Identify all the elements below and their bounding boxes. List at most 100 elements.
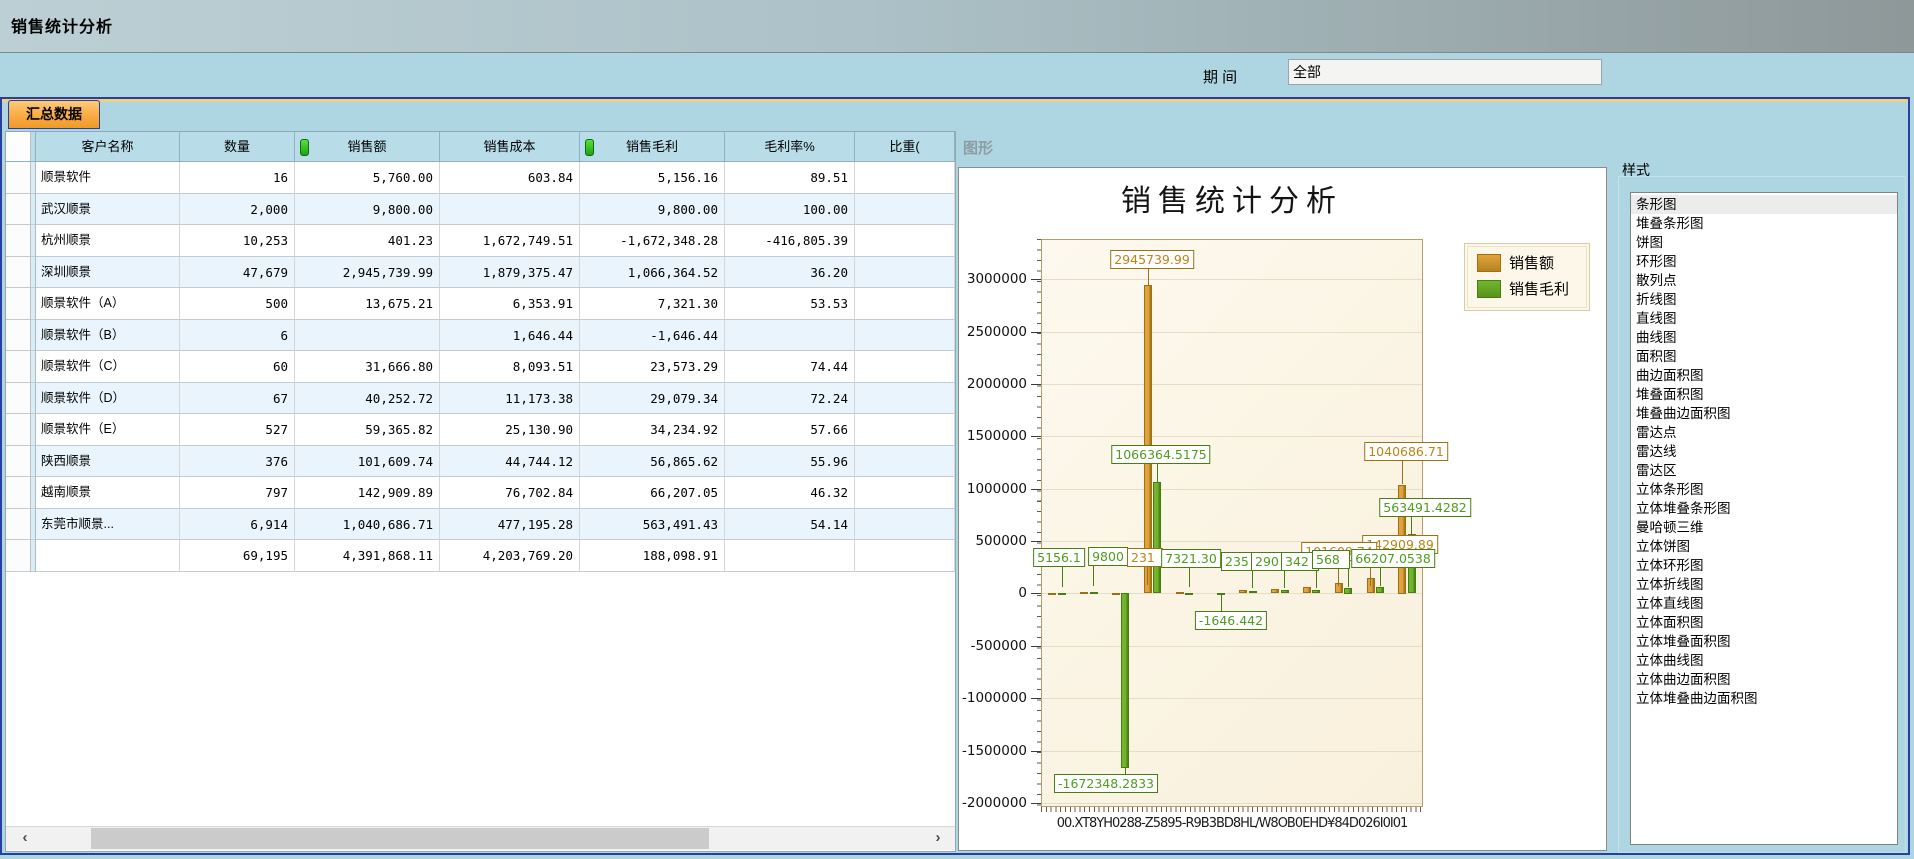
table-row[interactable]: 69,1954,391,868.114,203,769.20188,098.91: [6, 540, 955, 572]
table-row[interactable]: 顺景软件（C）6031,666.808,093.5123,573.2974.44: [6, 351, 955, 383]
style-list-item[interactable]: 立体条形图: [1631, 480, 1897, 499]
row-header[interactable]: [6, 477, 31, 509]
horizontal-scrollbar[interactable]: ‹ ›: [6, 826, 955, 850]
table-cell: 603.84: [440, 162, 580, 194]
table-cell: 1,646.44: [440, 320, 580, 352]
row-header[interactable]: [6, 288, 31, 320]
table-cell: 46.32: [725, 477, 855, 509]
table-cell: [440, 194, 580, 226]
table-cell: 89.51: [725, 162, 855, 194]
style-list-item[interactable]: 立体直线图: [1631, 594, 1897, 613]
row-header[interactable]: [6, 540, 31, 572]
style-list[interactable]: 条形图堆叠条形图饼图环形图散列点折线图直线图曲线图面积图曲边面积图堆叠面积图堆叠…: [1630, 192, 1898, 845]
chart-gridline: [1042, 332, 1422, 333]
style-list-item[interactable]: 折线图: [1631, 290, 1897, 309]
row-header[interactable]: [6, 225, 31, 257]
table-cell: 16: [180, 162, 295, 194]
row-header[interactable]: [6, 509, 31, 541]
table-cell: 401.23: [295, 225, 440, 257]
style-list-item[interactable]: 立体环形图: [1631, 556, 1897, 575]
scroll-left-icon[interactable]: ‹: [12, 827, 38, 850]
style-list-item[interactable]: 曲线图: [1631, 328, 1897, 347]
style-list-item[interactable]: 曼哈顿三维: [1631, 518, 1897, 537]
row-header[interactable]: [6, 446, 31, 478]
scrollbar-thumb[interactable]: [91, 828, 709, 849]
style-list-item[interactable]: 立体折线图: [1631, 575, 1897, 594]
row-header[interactable]: [6, 162, 31, 194]
column-header[interactable]: 销售毛利: [580, 132, 725, 162]
style-list-item[interactable]: 立体堆叠曲边面积图: [1631, 689, 1897, 708]
row-header[interactable]: [6, 320, 31, 352]
style-list-item[interactable]: 立体曲线图: [1631, 651, 1897, 670]
summary-grid: 客户名称数量销售额销售成本销售毛利毛利率%比重( 顺景软件165,760.006…: [5, 131, 956, 852]
table-cell: [295, 320, 440, 352]
table-row[interactable]: 顺景软件（B）61,646.44-1,646.44: [6, 320, 955, 352]
column-filter-icon[interactable]: [585, 139, 594, 156]
table-cell: 9,800.00: [295, 194, 440, 226]
table-row[interactable]: 武汉顺景2,0009,800.009,800.00100.00: [6, 194, 955, 226]
table-row[interactable]: 深圳顺景47,6792,945,739.991,879,375.471,066,…: [6, 257, 955, 289]
y-axis-label: 2000000: [951, 376, 1027, 392]
column-header[interactable]: 数量: [180, 132, 295, 162]
table-cell: 6: [180, 320, 295, 352]
style-list-item[interactable]: 雷达区: [1631, 461, 1897, 480]
style-list-item[interactable]: 立体堆叠条形图: [1631, 499, 1897, 518]
y-axis-label: 1000000: [951, 481, 1027, 497]
style-list-item[interactable]: 曲边面积图: [1631, 366, 1897, 385]
column-header[interactable]: 销售成本: [440, 132, 580, 162]
table-row[interactable]: 顺景软件（D）6740,252.7211,173.3829,079.3472.2…: [6, 383, 955, 415]
style-list-item[interactable]: 堆叠曲边面积图: [1631, 404, 1897, 423]
period-input[interactable]: [1288, 59, 1602, 85]
table-cell: 深圳顺景: [36, 257, 180, 289]
row-header[interactable]: [6, 383, 31, 415]
style-list-item[interactable]: 立体曲边面积图: [1631, 670, 1897, 689]
y-axis-label: -500000: [951, 638, 1027, 654]
row-header[interactable]: [6, 194, 31, 226]
tab-summary-data[interactable]: 汇总数据: [8, 100, 100, 129]
style-list-item[interactable]: 面积图: [1631, 347, 1897, 366]
style-list-item[interactable]: 雷达线: [1631, 442, 1897, 461]
table-cell: -416,805.39: [725, 225, 855, 257]
column-header[interactable]: 客户名称: [36, 132, 180, 162]
table-cell: 53.53: [725, 288, 855, 320]
column-header[interactable]: 销售额: [295, 132, 440, 162]
style-list-item[interactable]: 立体饼图: [1631, 537, 1897, 556]
y-axis-label: 2500000: [951, 324, 1027, 340]
y-axis-label: 1500000: [951, 428, 1027, 444]
chart-bar: [1090, 592, 1098, 594]
style-list-item[interactable]: 直线图: [1631, 309, 1897, 328]
table-row[interactable]: 陕西顺景376101,609.7444,744.1256,865.6255.96: [6, 446, 955, 478]
table-row[interactable]: 杭州顺景10,253401.231,672,749.51-1,672,348.2…: [6, 225, 955, 257]
chart-bar: [1121, 593, 1129, 768]
table-cell: 顺景软件（C）: [36, 351, 180, 383]
scroll-right-icon[interactable]: ›: [925, 827, 951, 850]
annotation-leader-line: [1380, 567, 1381, 586]
table-row[interactable]: 东莞市顺景...6,9141,040,686.71477,195.28563,4…: [6, 509, 955, 541]
style-list-item[interactable]: 雷达点: [1631, 423, 1897, 442]
legend-label: 销售额: [1509, 252, 1554, 273]
data-label: 1040686.71: [1364, 442, 1448, 461]
style-list-item[interactable]: 堆叠条形图: [1631, 214, 1897, 233]
table-row[interactable]: 顺景软件（E）52759,365.8225,130.9034,234.9257.…: [6, 414, 955, 446]
table-cell: 100.00: [725, 194, 855, 226]
style-list-item[interactable]: 条形图: [1631, 195, 1897, 214]
column-header[interactable]: 比重(: [855, 132, 955, 162]
style-list-item[interactable]: 立体面积图: [1631, 613, 1897, 632]
row-header[interactable]: [6, 257, 31, 289]
table-row[interactable]: 顺景软件165,760.00603.845,156.1689.51: [6, 162, 955, 194]
table-cell: -1,672,348.28: [580, 225, 725, 257]
style-list-item[interactable]: 环形图: [1631, 252, 1897, 271]
style-list-item[interactable]: 散列点: [1631, 271, 1897, 290]
style-list-item[interactable]: 立体堆叠面积图: [1631, 632, 1897, 651]
style-list-item[interactable]: 饼图: [1631, 233, 1897, 252]
row-header[interactable]: [6, 414, 31, 446]
annotation-leader-line: [1284, 570, 1285, 588]
style-list-item[interactable]: 堆叠面积图: [1631, 385, 1897, 404]
table-cell: 55.96: [725, 446, 855, 478]
legend-item: 销售毛利: [1477, 278, 1579, 299]
table-row[interactable]: 越南顺景797142,909.8976,702.8466,207.0546.32: [6, 477, 955, 509]
column-filter-icon[interactable]: [300, 139, 309, 156]
table-row[interactable]: 顺景软件（A）50013,675.216,353.917,321.3053.53: [6, 288, 955, 320]
row-header[interactable]: [6, 351, 31, 383]
column-header[interactable]: 毛利率%: [725, 132, 855, 162]
